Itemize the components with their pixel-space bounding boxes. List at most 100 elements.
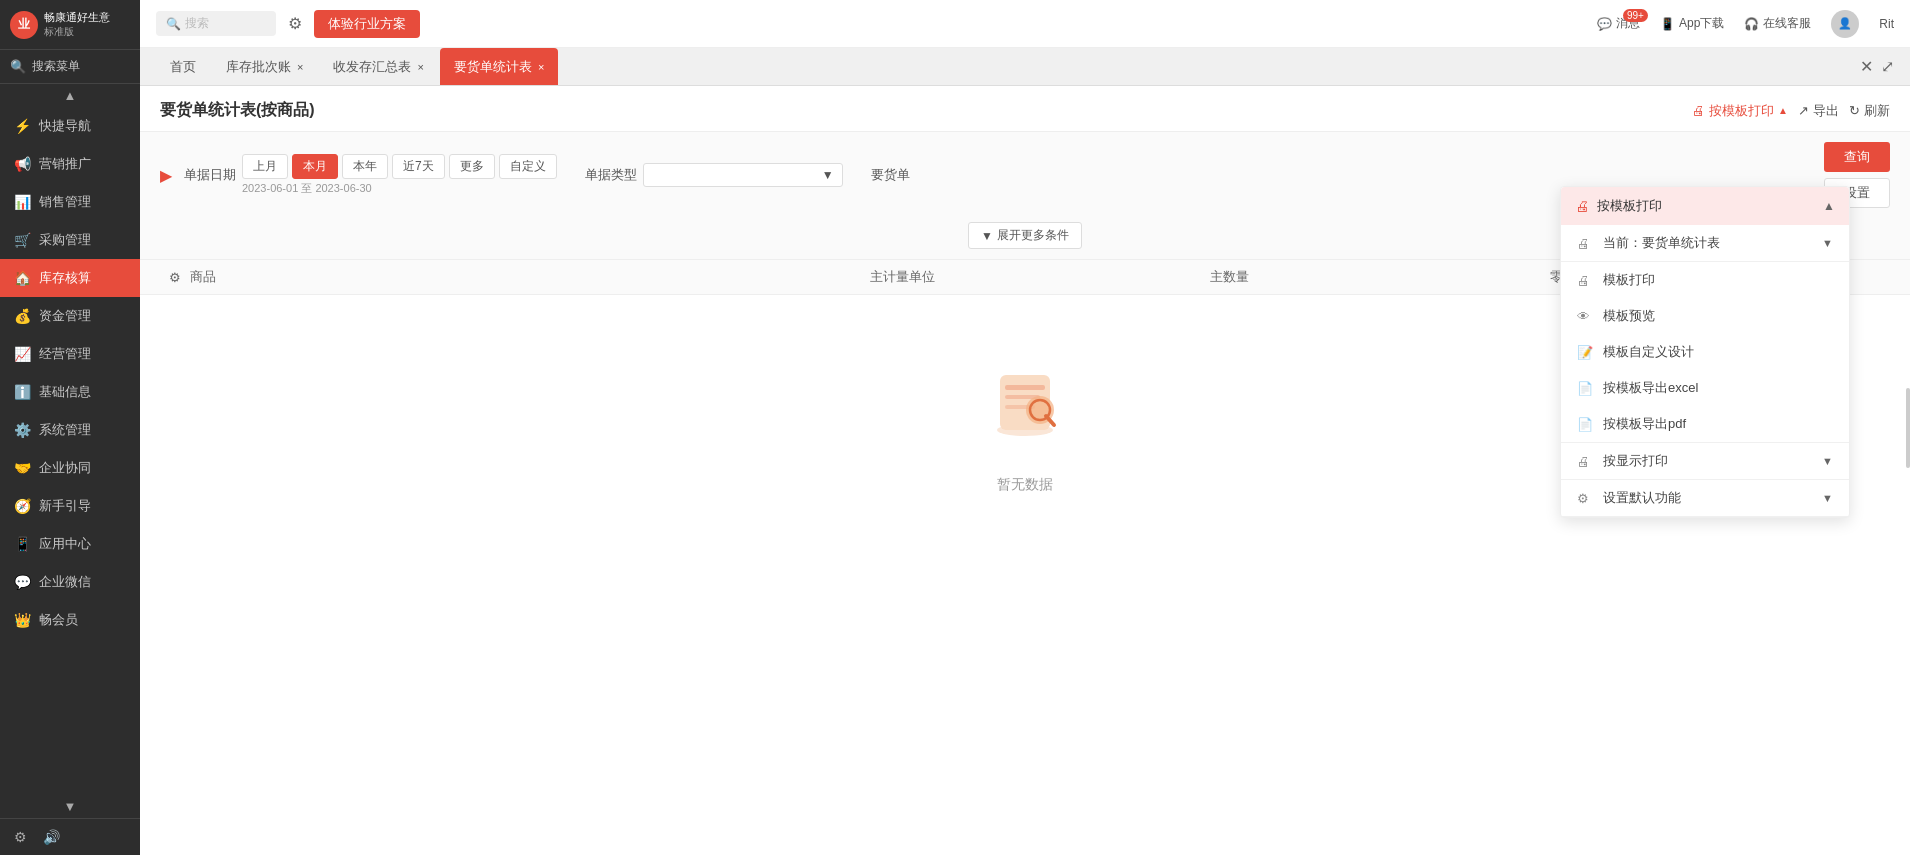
dropdown-items-section: 🖨 模板打印 👁 模板预览 📝 模板自定义设计 📄 按模板导出excel 📄 [1561, 262, 1849, 443]
settings-icon[interactable]: ⚙ [14, 829, 27, 845]
sidebar-item-label: 应用中心 [39, 535, 91, 553]
query-button[interactable]: 查询 [1824, 142, 1890, 172]
date-btn-this-month[interactable]: 本月 [292, 154, 338, 179]
scrollbar[interactable] [1906, 388, 1910, 468]
dropdown-item-label: 按模板导出excel [1603, 379, 1698, 397]
business-icon: 📈 [14, 346, 31, 362]
dropdown-item-template-custom[interactable]: 📝 模板自定义设计 [1561, 334, 1849, 370]
basic-icon: ℹ️ [14, 384, 31, 400]
messages-button[interactable]: 💬 消息 99+ [1597, 15, 1640, 32]
current-template-arrow: ▼ [1822, 237, 1833, 249]
sidebar-item-system[interactable]: ⚙️ 系统管理 [0, 411, 140, 449]
export-button[interactable]: ↗ 导出 [1798, 102, 1839, 120]
sidebar-item-purchase[interactable]: 🛒 采购管理 [0, 221, 140, 259]
tabs-bar: 首页 库存批次账 × 收发存汇总表 × 要货单统计表 × ✕ ⤢ [140, 48, 1910, 86]
date-options: 上月 本月 本年 近7天 更多 自定义 [242, 154, 557, 179]
date-btn-this-year[interactable]: 本年 [342, 154, 388, 179]
tab-maximize-icon[interactable]: ⤢ [1881, 57, 1894, 76]
sidebar-item-app-center[interactable]: 📱 应用中心 [0, 525, 140, 563]
avatar[interactable]: 👤 [1831, 10, 1859, 38]
online-service-label: 在线客服 [1763, 15, 1811, 32]
app-center-icon: 📱 [14, 536, 31, 552]
sidebar-item-label: 经营管理 [39, 345, 91, 363]
sound-icon[interactable]: 🔊 [43, 829, 60, 845]
dropdown-item-template-pdf[interactable]: 📄 按模板导出pdf [1561, 406, 1849, 442]
trial-button[interactable]: 体验行业方案 [314, 10, 420, 38]
gear-icon[interactable]: ⚙ [288, 14, 302, 33]
tab-batch-account-close[interactable]: × [297, 61, 303, 73]
sidebar-search-label: 搜索菜单 [32, 58, 80, 75]
table-settings-icon[interactable]: ⚙ [160, 270, 190, 285]
sidebar-item-sales[interactable]: 📊 销售管理 [0, 183, 140, 221]
sidebar-item-wechat[interactable]: 💬 企业微信 [0, 563, 140, 601]
sidebar-item-basic[interactable]: ℹ️ 基础信息 [0, 373, 140, 411]
date-btn-7days[interactable]: 近7天 [392, 154, 445, 179]
tab-home[interactable]: 首页 [156, 48, 210, 85]
page-title: 要货单统计表(按商品) [160, 100, 315, 121]
topbar: 🔍 搜索 ⚙ 体验行业方案 💬 消息 99+ 📱 App下载 🎧 在线客服 👤 … [140, 0, 1910, 48]
printer-icon: 🖨 [1692, 103, 1705, 118]
purchase-icon: 🛒 [14, 232, 31, 248]
date-filter-group: 单据日期 上月 本月 本年 近7天 更多 自定义 2023-06-01 至 20… [184, 154, 557, 196]
filter-collapse-icon[interactable]: ▶ [160, 166, 172, 185]
tab-receipt-summary-close[interactable]: × [417, 61, 423, 73]
sidebar-item-finance[interactable]: 💰 资金管理 [0, 297, 140, 335]
sidebar-menu: ⚡ 快捷导航 📢 营销推广 📊 销售管理 🛒 采购管理 🏠 库存核算 💰 资金管… [0, 107, 140, 795]
display-print-label: 按显示打印 [1603, 452, 1668, 470]
table-col-unit: 主计量单位 [870, 268, 1210, 286]
sidebar-item-marketing[interactable]: 📢 营销推广 [0, 145, 140, 183]
phone-icon: 📱 [1660, 17, 1675, 31]
sidebar-item-quick-nav[interactable]: ⚡ 快捷导航 [0, 107, 140, 145]
online-service-button[interactable]: 🎧 在线客服 [1744, 15, 1811, 32]
sidebar-scroll-down[interactable]: ▼ [0, 795, 140, 818]
expand-more-btn[interactable]: ▼ 展开更多条件 [968, 222, 1082, 249]
dropdown-header[interactable]: 🖨 按模板打印 ▲ [1561, 187, 1849, 225]
dropdown-title: 按模板打印 [1597, 197, 1662, 215]
sidebar-item-inventory[interactable]: 🏠 库存核算 [0, 259, 140, 297]
dropdown-item-label: 模板预览 [1603, 307, 1655, 325]
dropdown-current-template[interactable]: 🖨 当前：要货单统计表 ▼ [1561, 225, 1849, 261]
dropdown-item-template-print[interactable]: 🖨 模板打印 [1561, 262, 1849, 298]
dropdown-item-template-excel[interactable]: 📄 按模板导出excel [1561, 370, 1849, 406]
current-template-icon: 🖨 [1577, 236, 1593, 251]
dropdown-close-arrow-icon[interactable]: ▲ [1823, 199, 1835, 213]
dropdown-default-item[interactable]: ⚙ 设置默认功能 ▼ [1561, 480, 1849, 516]
sidebar-item-guide[interactable]: 🧭 新手引导 [0, 487, 140, 525]
dropdown-printer-icon: 🖨 [1575, 198, 1589, 214]
topbar-search[interactable]: 🔍 搜索 [156, 11, 276, 36]
sidebar-scroll-up[interactable]: ▲ [0, 84, 140, 107]
empty-icon [980, 355, 1070, 464]
sidebar-item-label: 畅会员 [39, 611, 78, 629]
sidebar-item-label: 营销推广 [39, 155, 91, 173]
tab-receipt-summary[interactable]: 收发存汇总表 × [319, 48, 437, 85]
order-type-select[interactable]: ▼ [643, 163, 843, 187]
default-settings-left: ⚙ 设置默认功能 [1577, 489, 1681, 507]
refresh-button[interactable]: ↻ 刷新 [1849, 102, 1890, 120]
app-download-label: App下载 [1679, 15, 1724, 32]
sidebar-item-member[interactable]: 👑 畅会员 [0, 601, 140, 639]
app-version: 标准版 [44, 25, 110, 39]
expand-label: 展开更多条件 [997, 227, 1069, 244]
tab-order-stats[interactable]: 要货单统计表 × [440, 48, 558, 85]
sidebar-item-cooperation[interactable]: 🤝 企业协同 [0, 449, 140, 487]
template-print-button[interactable]: 🖨 按模板打印 ▲ [1692, 102, 1788, 120]
tab-order-stats-close[interactable]: × [538, 61, 544, 73]
app-download-button[interactable]: 📱 App下载 [1660, 15, 1724, 32]
dropdown-item-template-preview[interactable]: 👁 模板预览 [1561, 298, 1849, 334]
table-col-qty: 主数量 [1210, 268, 1550, 286]
tab-batch-account-label: 库存批次账 [226, 58, 291, 76]
sidebar-item-business[interactable]: 📈 经营管理 [0, 335, 140, 373]
sidebar-item-label: 新手引导 [39, 497, 91, 515]
sidebar-search[interactable]: 🔍 搜索菜单 [0, 50, 140, 84]
tab-batch-account[interactable]: 库存批次账 × [212, 48, 317, 85]
sidebar-item-label: 库存核算 [39, 269, 91, 287]
date-btn-last-month[interactable]: 上月 [242, 154, 288, 179]
dropdown-display-print-item[interactable]: 🖨 按显示打印 ▼ [1561, 443, 1849, 479]
template-excel-icon: 📄 [1577, 381, 1593, 396]
sales-icon: 📊 [14, 194, 31, 210]
date-btn-custom[interactable]: 自定义 [499, 154, 557, 179]
username: Rit [1879, 17, 1894, 31]
date-btn-more[interactable]: 更多 [449, 154, 495, 179]
tab-close-all-icon[interactable]: ✕ [1860, 57, 1873, 76]
sidebar-item-label: 企业微信 [39, 573, 91, 591]
